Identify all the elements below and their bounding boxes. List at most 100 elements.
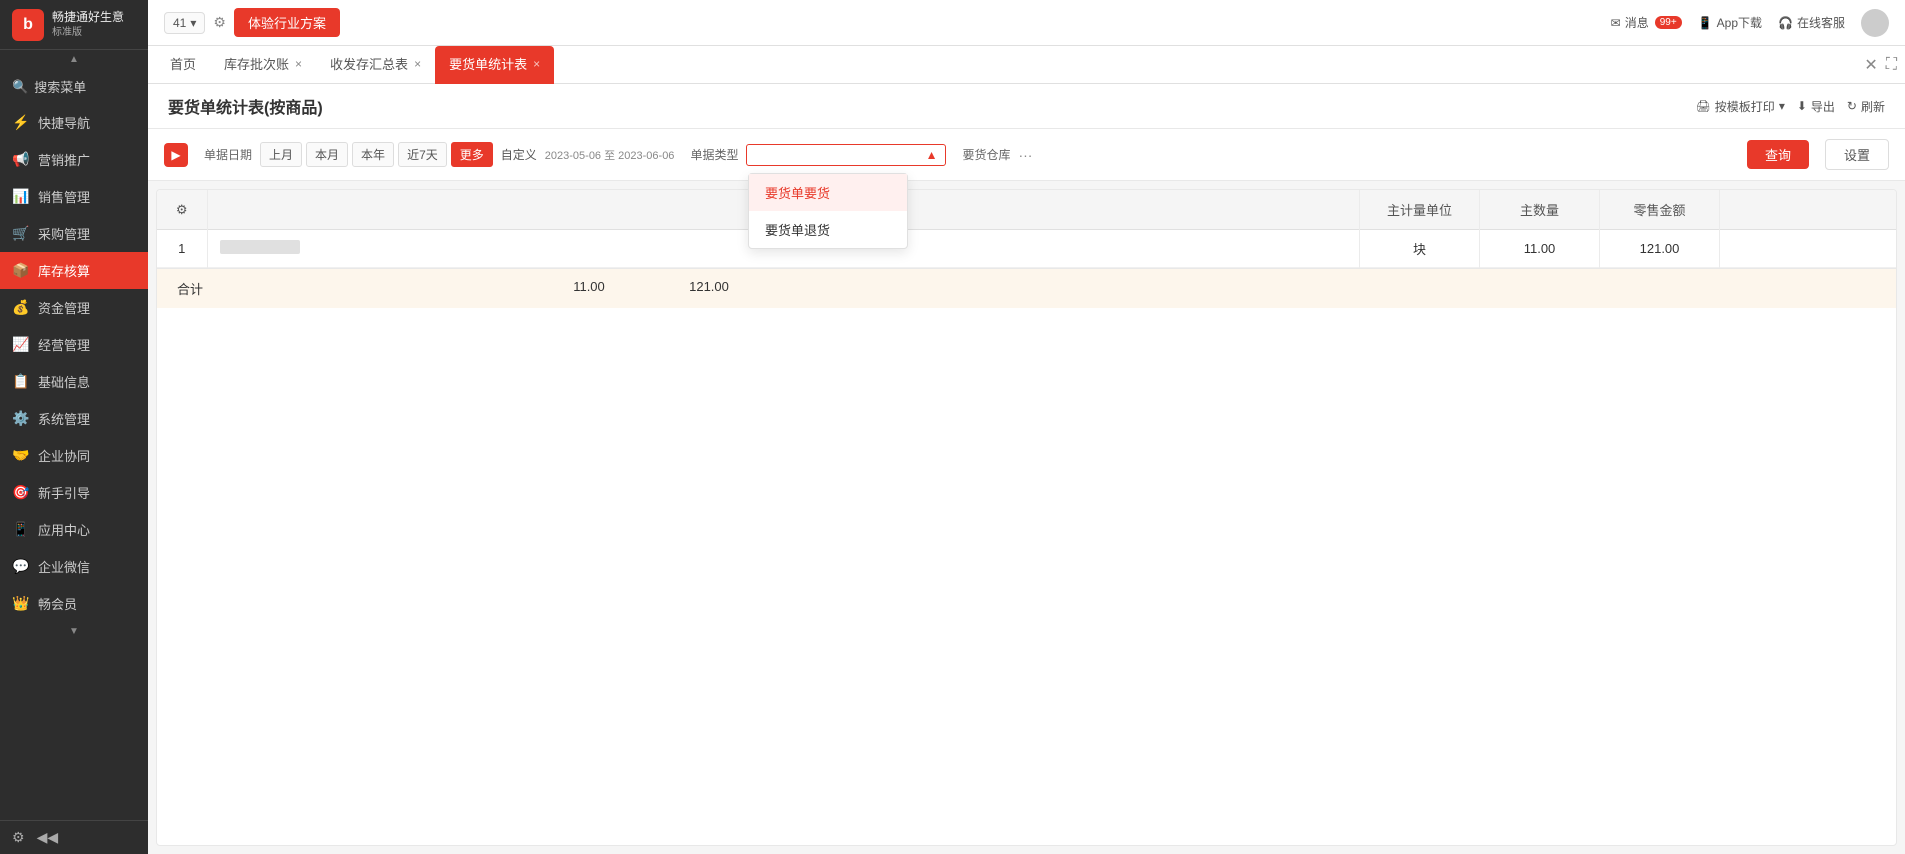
sidebar-item-basic-info[interactable]: 📋 基础信息 xyxy=(0,363,148,400)
filter-toggle-btn[interactable]: ▶ xyxy=(164,143,188,167)
export-btn[interactable]: ⬇ 导出 xyxy=(1797,98,1835,115)
sidebar-item-system[interactable]: ⚙️ 系统管理 xyxy=(0,400,148,437)
app-download-action[interactable]: 📱 App下载 xyxy=(1698,14,1762,31)
filter-bar: ▶ 单据日期 上月 本月 本年 近7天 更多 自定义 2023-05-06 至 … xyxy=(148,129,1905,181)
tab-receivable-summary[interactable]: 收发存汇总表 × xyxy=(316,46,435,84)
sidebar-item-marketing[interactable]: 📢 营销推广 xyxy=(0,141,148,178)
main-area: 41 ▾ ⚙ 体验行业方案 ✉ 消息 99+ 📱 App下载 🎧 在线客服 xyxy=(148,0,1905,854)
enterprise-icon: 🤝 xyxy=(12,447,30,464)
cell-seq: 1 xyxy=(157,230,207,268)
search-icon: 🔍 xyxy=(12,79,28,95)
cell-spacer xyxy=(1720,230,1896,268)
purchase-icon: 🛒 xyxy=(12,225,30,242)
type-filter-group: 单据类型 ▲ xyxy=(690,144,946,166)
messages-icon: ✉ xyxy=(1611,16,1621,30)
more-dates-btn[interactable]: 更多 xyxy=(451,142,493,167)
topbar-gear-icon[interactable]: ⚙ xyxy=(213,14,226,31)
messages-action[interactable]: ✉ 消息 99+ xyxy=(1611,14,1682,31)
quick-nav-icon: ⚡ xyxy=(12,114,30,131)
tab-home[interactable]: 首页 xyxy=(156,46,210,84)
tab-close-receivable-summary[interactable]: × xyxy=(414,57,421,71)
type-dropdown: 要货单要货 要货单退货 xyxy=(748,173,908,249)
tab-order-stats[interactable]: 要货单统计表 × xyxy=(435,46,554,84)
warehouse-dots-icon[interactable]: ··· xyxy=(1018,147,1032,163)
sidebar-item-sales[interactable]: 📊 销售管理 xyxy=(0,178,148,215)
system-icon: ⚙️ xyxy=(12,410,30,427)
sidebar-item-finance[interactable]: 💰 资金管理 xyxy=(0,289,148,326)
col-settings[interactable]: ⚙ xyxy=(157,190,207,230)
sidebar-item-inventory[interactable]: 📦 库存核算 xyxy=(0,252,148,289)
trial-btn[interactable]: 体验行业方案 xyxy=(234,8,340,37)
print-chevron-icon: ▾ xyxy=(1779,99,1785,113)
type-chevron-up-icon: ▲ xyxy=(926,148,938,162)
sidebar-item-wechat[interactable]: 💬 企业微信 xyxy=(0,548,148,585)
sidebar-item-operations[interactable]: 📈 经营管理 xyxy=(0,326,148,363)
product-name-placeholder xyxy=(220,240,300,254)
page-title: 要货单统计表(按商品) xyxy=(168,94,323,118)
dropdown-item-return-order[interactable]: 要货单退货 xyxy=(749,211,907,248)
user-avatar[interactable] xyxy=(1861,9,1889,37)
sidebar-item-enterprise[interactable]: 🤝 企业协同 xyxy=(0,437,148,474)
page-actions: 🖨 按模板打印 ▾ ⬇ 导出 ↻ 刷新 xyxy=(1696,98,1885,115)
tabs-actions: ✕ ⛶ xyxy=(1864,55,1897,75)
export-icon: ⬇ xyxy=(1797,99,1807,113)
sidebar-scroll-down[interactable]: ▼ xyxy=(0,622,148,641)
collapse-sidebar-icon[interactable]: ◀◀ xyxy=(37,829,59,846)
sidebar-item-purchase[interactable]: 🛒 采购管理 xyxy=(0,215,148,252)
tab-inventory-batch[interactable]: 库存批次账 × xyxy=(210,46,316,84)
date-buttons: 上月 本月 本年 近7天 更多 xyxy=(260,142,493,167)
cell-amount: 121.00 xyxy=(1600,230,1720,268)
page-header: 要货单统计表(按商品) 🖨 按模板打印 ▾ ⬇ 导出 ↻ 刷新 xyxy=(148,84,1905,129)
footer-label: 合计 xyxy=(169,279,409,298)
sidebar-scroll-up[interactable]: ▲ xyxy=(0,50,148,69)
store-selector[interactable]: 41 ▾ xyxy=(164,12,205,34)
topbar: 41 ▾ ⚙ 体验行业方案 ✉ 消息 99+ 📱 App下载 🎧 在线客服 xyxy=(148,0,1905,46)
refresh-btn[interactable]: ↻ 刷新 xyxy=(1847,98,1885,115)
logo-icon: b xyxy=(12,9,44,41)
finance-icon: 💰 xyxy=(12,299,30,316)
tabs-bar: 首页 库存批次账 × 收发存汇总表 × 要货单统计表 × ✕ ⛶ xyxy=(148,46,1905,84)
table-footer: 合计 11.00 121.00 xyxy=(157,268,1896,308)
sidebar-item-quick-nav[interactable]: ⚡ 快捷导航 xyxy=(0,104,148,141)
settings-filter-btn[interactable]: 设置 xyxy=(1825,139,1889,170)
col-spacer xyxy=(1720,190,1896,230)
topbar-left: 41 ▾ ⚙ 体验行业方案 xyxy=(164,8,1601,37)
data-table: ⚙ 商品 主计量单位 主数量 零售金额 1 xyxy=(157,190,1896,268)
tabs-expand-icon[interactable]: ⛶ xyxy=(1886,56,1897,74)
tab-close-order-stats[interactable]: × xyxy=(533,57,540,71)
query-btn[interactable]: 查询 xyxy=(1747,140,1809,169)
print-template-btn[interactable]: 🖨 按模板打印 ▾ xyxy=(1696,98,1785,115)
dropdown-item-purchase-order[interactable]: 要货单要货 xyxy=(749,174,907,211)
sidebar-item-vip[interactable]: 👑 畅会员 xyxy=(0,585,148,622)
current-year-btn[interactable]: 本年 xyxy=(352,142,394,167)
cell-unit: 块 xyxy=(1360,230,1480,268)
settings-bottom-icon[interactable]: ⚙ xyxy=(12,829,25,846)
app-download-icon: 📱 xyxy=(1698,16,1713,30)
online-service-action[interactable]: 🎧 在线客服 xyxy=(1778,14,1845,31)
col-settings-icon: ⚙ xyxy=(176,202,188,217)
sidebar-item-app-center[interactable]: 📱 应用中心 xyxy=(0,511,148,548)
table-header-row: ⚙ 商品 主计量单位 主数量 零售金额 xyxy=(157,190,1896,230)
sidebar-bottom: ⚙ ◀◀ xyxy=(0,820,148,854)
tab-close-inventory-batch[interactable]: × xyxy=(295,57,302,71)
printer-icon: 🖨 xyxy=(1696,99,1711,113)
type-select-value xyxy=(755,148,758,162)
vip-icon: 👑 xyxy=(12,595,30,612)
prev-month-btn[interactable]: 上月 xyxy=(260,142,302,167)
last7days-btn[interactable]: 近7天 xyxy=(398,142,447,167)
tabs-close-all-icon[interactable]: ✕ xyxy=(1864,55,1877,75)
operations-icon: 📈 xyxy=(12,336,30,353)
cell-qty: 11.00 xyxy=(1480,230,1600,268)
chevron-down-icon: ▾ xyxy=(190,16,196,30)
col-qty: 主数量 xyxy=(1480,190,1600,230)
current-month-btn[interactable]: 本月 xyxy=(306,142,348,167)
date-filter-group: 单据日期 上月 本月 本年 近7天 更多 自定义 2023-05-06 至 20… xyxy=(204,142,674,167)
sidebar-search[interactable]: 🔍 搜索菜单 xyxy=(0,69,148,104)
sidebar: b 畅捷通好生意 标准版 ▲ 🔍 搜索菜单 ⚡ 快捷导航 📢 营销推广 📊 销售… xyxy=(0,0,148,854)
headset-icon: 🎧 xyxy=(1778,16,1793,30)
sidebar-item-guide[interactable]: 🎯 新手引导 xyxy=(0,474,148,511)
refresh-icon: ↻ xyxy=(1847,99,1857,113)
basic-info-icon: 📋 xyxy=(12,373,30,390)
footer-amount: 121.00 xyxy=(649,279,769,298)
type-select[interactable]: ▲ xyxy=(746,144,946,166)
